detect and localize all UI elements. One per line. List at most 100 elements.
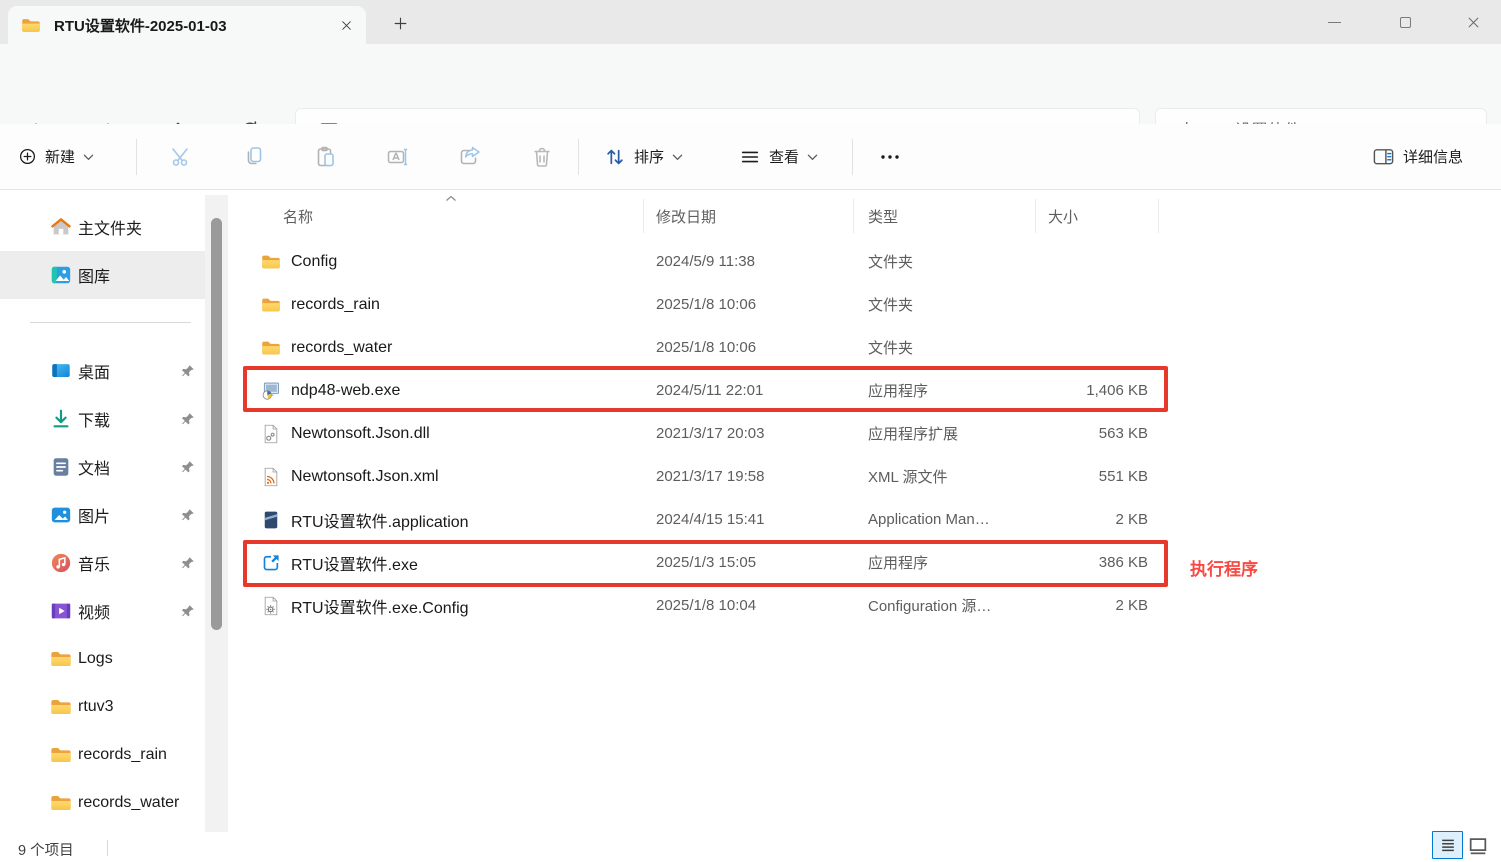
close-button[interactable] bbox=[1450, 0, 1496, 44]
music-icon bbox=[50, 552, 72, 574]
sidebar-item-label: Logs bbox=[78, 650, 113, 667]
download-icon bbox=[50, 408, 72, 430]
sidebar-item-pictures[interactable]: 图片 bbox=[0, 491, 205, 539]
sidebar-item-label: 下载 bbox=[78, 413, 111, 430]
file-type: 应用程序 bbox=[868, 383, 929, 400]
file-size: 2 KB bbox=[1115, 597, 1148, 614]
sidebar-item-logs[interactable]: Logs bbox=[0, 635, 205, 683]
file-row-ndp48-web[interactable]: ndp48-web.exe 2024/5/11 22:01 应用程序 1,406… bbox=[233, 369, 1501, 412]
file-date: 2021/3/17 20:03 bbox=[656, 425, 765, 442]
rename-icon bbox=[386, 145, 410, 169]
sidebar-item-label: 视频 bbox=[78, 605, 111, 622]
file-size: 386 KB bbox=[1098, 554, 1148, 571]
sidebar-item-videos[interactable]: 视频 bbox=[0, 587, 205, 635]
sidebar-item-downloads[interactable]: 下载 bbox=[0, 395, 205, 443]
dll-file-icon bbox=[261, 424, 281, 444]
file-type: 文件夹 bbox=[868, 340, 914, 357]
details-pane-button[interactable]: 详细信息 bbox=[1366, 124, 1469, 189]
folder-icon bbox=[261, 338, 281, 358]
sidebar-item-rtuv3[interactable]: rtuv3 bbox=[0, 683, 205, 731]
chevron-up-icon bbox=[445, 195, 457, 202]
toolbar-divider bbox=[852, 139, 853, 175]
sidebar-item-label: 图片 bbox=[78, 509, 111, 526]
sidebar-item-label: 音乐 bbox=[78, 557, 111, 574]
folder-icon bbox=[261, 252, 281, 272]
explorer-tab[interactable]: RTU设置软件-2025-01-03 bbox=[8, 6, 366, 44]
sidebar-item-desktop[interactable]: 桌面 bbox=[0, 347, 205, 395]
sidebar-item-gallery[interactable]: 图库 bbox=[0, 251, 205, 299]
file-name: RTU设置软件.application bbox=[291, 513, 469, 531]
file-row-records-rain[interactable]: records_rain 2025/1/8 10:06 文件夹 bbox=[233, 283, 1501, 326]
column-size[interactable]: 大小 bbox=[1048, 206, 1078, 227]
file-date: 2024/5/11 22:01 bbox=[656, 382, 764, 399]
sidebar-item-label: records_rain bbox=[78, 746, 167, 763]
file-list-area: 名称 修改日期 类型 大小 Config 2024/5/9 11:38 文件夹 bbox=[233, 190, 1501, 835]
new-button[interactable]: 新建 bbox=[12, 124, 100, 189]
file-type: 应用程序 bbox=[868, 555, 929, 572]
pin-icon bbox=[181, 460, 195, 474]
tab-close-icon[interactable] bbox=[340, 19, 353, 32]
thumbnail-view-toggle[interactable] bbox=[1466, 835, 1490, 857]
column-divider bbox=[853, 199, 854, 233]
file-name: ndp48-web.exe bbox=[291, 381, 401, 399]
xml-file-icon bbox=[261, 467, 281, 487]
sidebar-item-documents[interactable]: 文档 bbox=[0, 443, 205, 491]
column-name[interactable]: 名称 bbox=[283, 206, 313, 227]
file-type: Configuration 源… bbox=[868, 598, 992, 615]
scissors-icon bbox=[170, 145, 194, 169]
sidebar-item-label: rtuv3 bbox=[78, 698, 114, 715]
file-date: 2025/1/3 15:05 bbox=[656, 554, 757, 571]
videos-icon bbox=[50, 600, 72, 622]
column-date[interactable]: 修改日期 bbox=[656, 206, 716, 227]
view-lines-icon bbox=[739, 146, 761, 168]
pin-icon bbox=[181, 412, 195, 426]
scrollbar-thumb[interactable] bbox=[211, 218, 222, 630]
file-size: 551 KB bbox=[1098, 468, 1148, 485]
delete-button[interactable] bbox=[524, 124, 560, 189]
maximize-button[interactable] bbox=[1382, 0, 1428, 44]
view-button[interactable]: 查看 bbox=[733, 124, 824, 189]
close-icon bbox=[1466, 15, 1481, 30]
column-type[interactable]: 类型 bbox=[868, 206, 898, 227]
paste-button[interactable] bbox=[308, 124, 344, 189]
sidebar-item-label: 文档 bbox=[78, 461, 111, 478]
sidebar-item-records-water[interactable]: records_water bbox=[0, 779, 205, 827]
folder-icon bbox=[50, 696, 72, 718]
chevron-down-icon bbox=[807, 153, 818, 161]
file-date: 2025/1/8 10:06 bbox=[656, 296, 757, 313]
sidebar-item-records-rain[interactable]: records_rain bbox=[0, 731, 205, 779]
file-row-newtonsoft-dll[interactable]: Newtonsoft.Json.dll 2021/3/17 20:03 应用程序… bbox=[233, 412, 1501, 455]
file-row-rtu-application[interactable]: RTU设置软件.application 2024/4/15 15:41 Appl… bbox=[233, 498, 1501, 541]
pin-icon bbox=[181, 508, 195, 522]
sort-button[interactable]: 排序 bbox=[598, 124, 689, 189]
config-file-icon bbox=[261, 596, 281, 616]
file-row-rtu-exe-config[interactable]: RTU设置软件.exe.Config 2025/1/8 10:04 Config… bbox=[233, 584, 1501, 627]
file-row-rtu-exe[interactable]: RTU设置软件.exe 2025/1/3 15:05 应用程序 386 KB bbox=[233, 541, 1501, 584]
sidebar-item-home[interactable]: 主文件夹 bbox=[0, 203, 205, 251]
file-date: 2021/3/17 19:58 bbox=[656, 468, 765, 485]
file-type: 应用程序扩展 bbox=[868, 426, 959, 443]
file-rows: Config 2024/5/9 11:38 文件夹 records_rain 2… bbox=[233, 240, 1501, 627]
file-type: 文件夹 bbox=[868, 297, 914, 314]
sidebar-item-label: 桌面 bbox=[78, 365, 111, 382]
file-row-records-water[interactable]: records_water 2025/1/8 10:06 文件夹 bbox=[233, 326, 1501, 369]
file-explorer-window: RTU设置软件-2025-01-03 RTU设置软件-2025-01-03 bbox=[0, 0, 1501, 862]
share-button[interactable] bbox=[452, 124, 488, 189]
copy-button[interactable] bbox=[236, 124, 272, 189]
folder-icon bbox=[50, 744, 72, 766]
new-tab-button[interactable] bbox=[388, 13, 412, 33]
sidebar-item-music[interactable]: 音乐 bbox=[0, 539, 205, 587]
rename-button[interactable] bbox=[380, 124, 416, 189]
more-button[interactable] bbox=[872, 124, 908, 189]
file-name: records_water bbox=[291, 338, 393, 356]
minimize-button[interactable] bbox=[1311, 0, 1357, 44]
details-view-toggle[interactable] bbox=[1432, 831, 1463, 859]
home-icon bbox=[50, 216, 72, 238]
application-manifest-icon bbox=[261, 510, 281, 530]
sort-arrows-icon bbox=[604, 146, 626, 168]
navigation-sidebar: 主文件夹 图库 桌面 下载 文档 图片 音乐 视频 Logs rtuv3 rec… bbox=[0, 190, 205, 835]
cut-button[interactable] bbox=[164, 124, 200, 189]
installer-icon bbox=[261, 381, 281, 401]
file-row-newtonsoft-xml[interactable]: Newtonsoft.Json.xml 2021/3/17 19:58 XML … bbox=[233, 455, 1501, 498]
file-row-config[interactable]: Config 2024/5/9 11:38 文件夹 bbox=[233, 240, 1501, 283]
